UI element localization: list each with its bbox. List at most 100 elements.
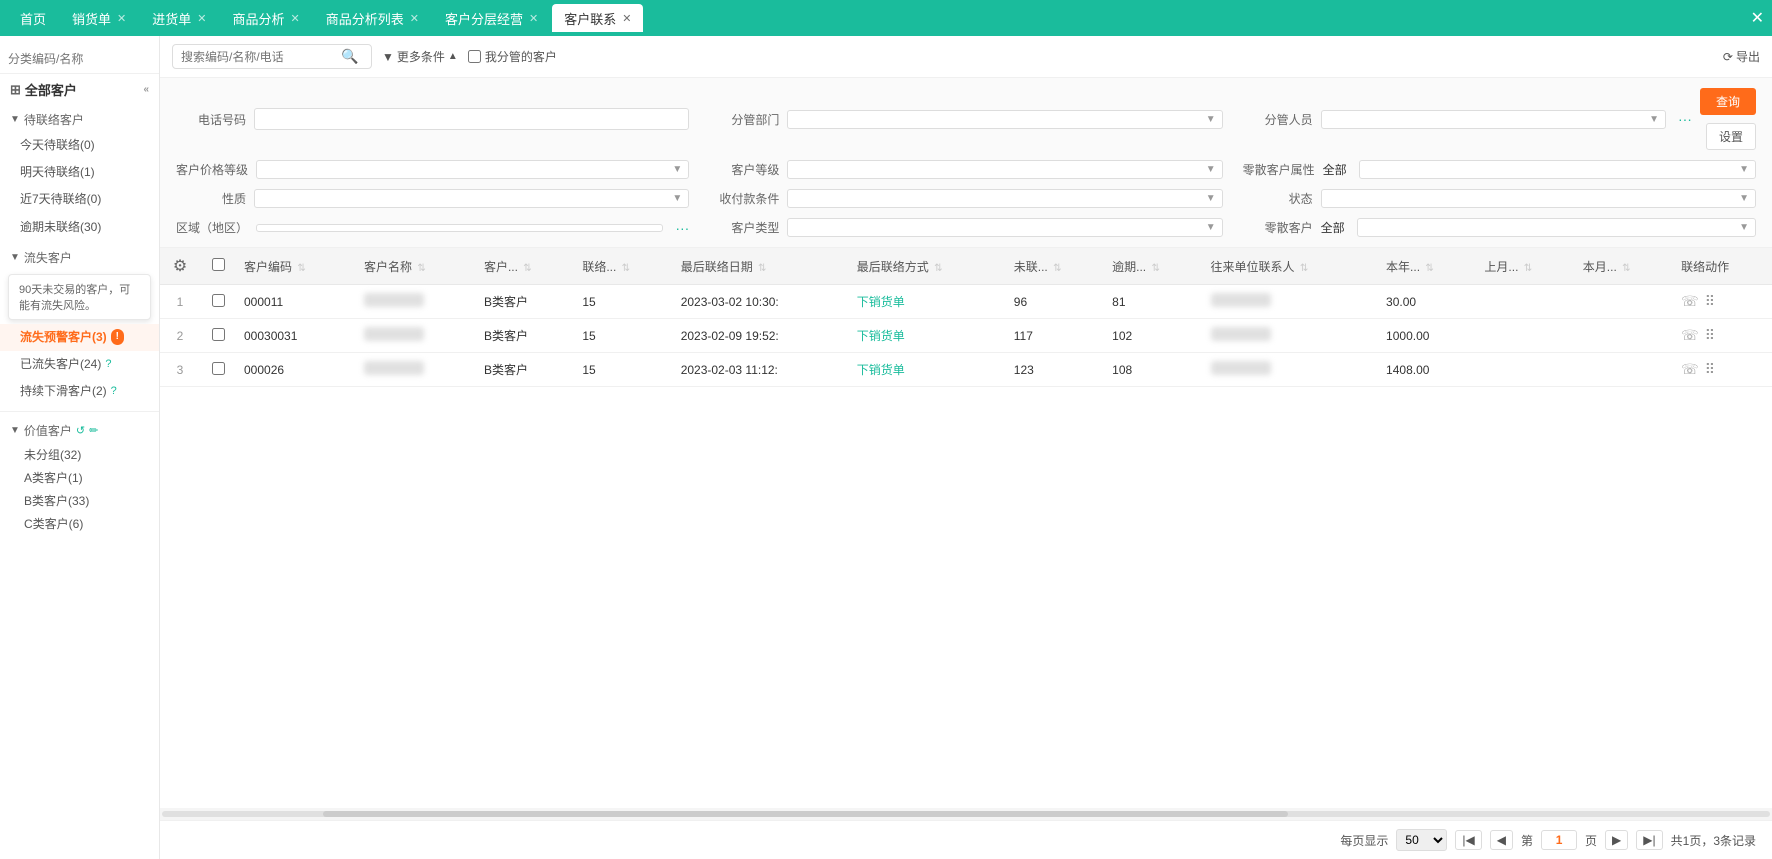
customer-level-select[interactable]: ▼ bbox=[787, 160, 1222, 179]
row1-contact-icon[interactable]: ☏ bbox=[1681, 293, 1699, 310]
region-select[interactable] bbox=[256, 224, 663, 232]
next-page-btn[interactable]: ▶ bbox=[1605, 830, 1628, 850]
sidebar-group-pending-title[interactable]: ▼ 待联络客户 bbox=[0, 107, 159, 132]
scrollbar-track[interactable] bbox=[162, 811, 1770, 817]
dept-select[interactable]: ▼ bbox=[787, 110, 1222, 129]
sidebar-item-ungroup[interactable]: 未分组(32) bbox=[0, 443, 159, 466]
sidebar-item-class-b[interactable]: B类客户(33) bbox=[0, 489, 159, 512]
filter-more-btn[interactable]: ▼ 更多条件 ▲ bbox=[382, 48, 458, 65]
row3-contact-icon[interactable]: ☏ bbox=[1681, 361, 1699, 378]
row2-contact-icon[interactable]: ☏ bbox=[1681, 327, 1699, 344]
type-sort-icon[interactable]: ⇅ bbox=[523, 263, 531, 274]
search-input[interactable] bbox=[181, 50, 341, 64]
manager-dots-icon[interactable]: ··· bbox=[1678, 111, 1692, 127]
row3-last-method[interactable]: 下销货单 bbox=[849, 353, 1006, 387]
tab-analysis[interactable]: 商品分析 ✕ bbox=[220, 4, 311, 32]
row2-method-link[interactable]: 下销货单 bbox=[857, 329, 905, 343]
query-button[interactable]: 查询 bbox=[1700, 88, 1756, 115]
code-sort-icon[interactable]: ⇅ bbox=[297, 263, 305, 274]
sidebar-item-lost[interactable]: 已流失客户(24) ? bbox=[0, 351, 159, 378]
row1-name-blurred bbox=[364, 293, 424, 307]
page-input[interactable]: 1 bbox=[1541, 830, 1577, 850]
settings-button[interactable]: 设置 bbox=[1706, 123, 1756, 150]
first-page-btn[interactable]: |◀ bbox=[1455, 830, 1481, 850]
last-method-sort-icon[interactable]: ⇅ bbox=[934, 263, 942, 274]
unit-contact-sort-icon[interactable]: ⇅ bbox=[1300, 263, 1308, 274]
sidebar-item-declining[interactable]: 持续下滑客户(2) ? bbox=[0, 378, 159, 405]
tab-customer-contact[interactable]: 客户联系 ✕ bbox=[552, 4, 643, 32]
my-customers-checkbox-wrap[interactable]: 我分管的客户 bbox=[468, 48, 557, 65]
tab-analysis-list[interactable]: 商品分析列表 ✕ bbox=[314, 4, 431, 32]
tab-sales[interactable]: 销货单 ✕ bbox=[60, 4, 138, 32]
my-customers-checkbox[interactable] bbox=[468, 50, 481, 63]
sidebar-item-7days[interactable]: 近7天待联络(0) bbox=[0, 186, 159, 213]
value-refresh-icon[interactable]: ↺ bbox=[76, 424, 85, 437]
contact-num-sort-icon[interactable]: ⇅ bbox=[622, 263, 630, 274]
row1-checkbox[interactable] bbox=[212, 294, 225, 307]
row3-checkbox[interactable] bbox=[212, 362, 225, 375]
price-level-select[interactable]: ▼ bbox=[256, 160, 689, 179]
window-close-button[interactable]: ✕ bbox=[1751, 8, 1764, 28]
tab-analysis-list-close[interactable]: ✕ bbox=[410, 12, 419, 25]
row1-method-link[interactable]: 下销货单 bbox=[857, 295, 905, 309]
customer-type-select[interactable]: ▼ bbox=[787, 218, 1222, 237]
row1-index: 1 bbox=[160, 285, 200, 319]
row2-checkbox[interactable] bbox=[212, 328, 225, 341]
export-btn[interactable]: ⟳ 导出 bbox=[1723, 48, 1760, 65]
th-settings[interactable]: ⚙ bbox=[160, 248, 200, 285]
prev-page-btn[interactable]: ◀ bbox=[1490, 830, 1513, 850]
tab-purchase-close[interactable]: ✕ bbox=[197, 12, 206, 25]
sidebar-group-value-title[interactable]: ▼ 价值客户 ↺ ✏ bbox=[0, 418, 159, 443]
row1-last-method[interactable]: 下销货单 bbox=[849, 285, 1006, 319]
tab-customer-layer-close[interactable]: ✕ bbox=[529, 12, 538, 25]
status-select[interactable]: ▼ bbox=[1321, 189, 1756, 208]
per-page-select[interactable]: 50 100 200 bbox=[1396, 829, 1447, 851]
zero-attr-select[interactable]: ▼ bbox=[1359, 160, 1756, 179]
horizontal-scrollbar[interactable] bbox=[160, 808, 1772, 820]
tab-purchase[interactable]: 进货单 ✕ bbox=[140, 4, 218, 32]
tab-customer-contact-close[interactable]: ✕ bbox=[622, 12, 631, 25]
this-month-sort-icon[interactable]: ⇅ bbox=[1622, 263, 1630, 274]
value-edit-icon[interactable]: ✏ bbox=[89, 424, 98, 437]
row1-check[interactable] bbox=[200, 285, 236, 319]
row2-check[interactable] bbox=[200, 319, 236, 353]
last-month-sort-icon[interactable]: ⇅ bbox=[1524, 263, 1532, 274]
gender-select[interactable]: ▼ bbox=[254, 189, 689, 208]
this-year-sort-icon[interactable]: ⇅ bbox=[1425, 263, 1433, 274]
sidebar-item-class-c[interactable]: C类客户(6) bbox=[0, 512, 159, 535]
sidebar-search-input[interactable] bbox=[8, 52, 160, 66]
sidebar-group-lost-title[interactable]: ▼ 流失客户 bbox=[0, 245, 159, 270]
row2-more-icon[interactable]: ⠿ bbox=[1705, 327, 1715, 344]
table-settings-gear-icon[interactable]: ⚙ bbox=[173, 258, 187, 275]
tab-home[interactable]: 首页 bbox=[8, 4, 58, 32]
row1-more-icon[interactable]: ⠿ bbox=[1705, 293, 1715, 310]
row3-method-link[interactable]: 下销货单 bbox=[857, 363, 905, 377]
tab-customer-layer[interactable]: 客户分层经营 ✕ bbox=[433, 4, 550, 32]
tab-analysis-close[interactable]: ✕ bbox=[291, 12, 300, 25]
sidebar-collapse-icon[interactable]: « bbox=[143, 84, 149, 95]
row3-more-icon[interactable]: ⠿ bbox=[1705, 361, 1715, 378]
sidebar-item-loss-warning[interactable]: 流失预警客户(3) ! bbox=[0, 324, 159, 351]
last-page-btn[interactable]: ▶| bbox=[1636, 830, 1662, 850]
sidebar-item-tomorrow[interactable]: 明天待联络(1) bbox=[0, 159, 159, 186]
tab-sales-close[interactable]: ✕ bbox=[117, 12, 126, 25]
last-date-sort-icon[interactable]: ⇅ bbox=[758, 263, 766, 274]
row2-last-method[interactable]: 下销货单 bbox=[849, 319, 1006, 353]
sidebar-item-overdue[interactable]: 逾期未联络(30) bbox=[0, 214, 159, 241]
zero-customer-select[interactable]: ▼ bbox=[1357, 218, 1756, 237]
row3-check[interactable] bbox=[200, 353, 236, 387]
overdue-sort-icon[interactable]: ⇅ bbox=[1152, 263, 1160, 274]
sidebar-item-today[interactable]: 今天待联络(0) bbox=[0, 132, 159, 159]
th-checkbox[interactable] bbox=[200, 248, 236, 285]
scrollbar-thumb[interactable] bbox=[323, 811, 1288, 817]
unlisted-sort-icon[interactable]: ⇅ bbox=[1053, 263, 1061, 274]
search-submit-icon[interactable]: 🔍 bbox=[341, 48, 358, 65]
sidebar-item-class-a[interactable]: A类客户(1) bbox=[0, 466, 159, 489]
name-sort-icon[interactable]: ⇅ bbox=[417, 263, 425, 274]
manager-select[interactable]: ▼ bbox=[1321, 110, 1666, 129]
phone-input[interactable] bbox=[254, 108, 689, 130]
region-dots-icon[interactable]: ··· bbox=[675, 220, 689, 236]
sidebar-all-customers[interactable]: ⊞ 全部客户 « bbox=[0, 74, 159, 105]
select-all-checkbox[interactable] bbox=[212, 258, 225, 271]
payment-select[interactable]: ▼ bbox=[787, 189, 1222, 208]
